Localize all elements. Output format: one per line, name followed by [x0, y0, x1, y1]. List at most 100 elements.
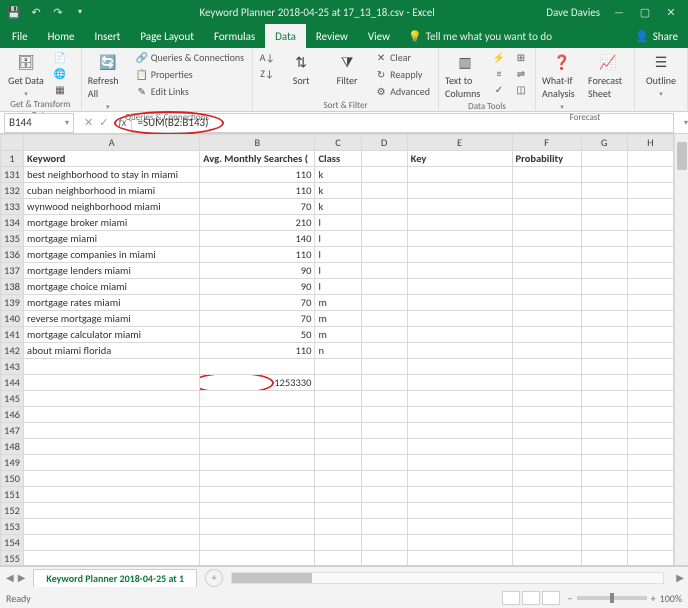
cell[interactable] — [24, 407, 200, 423]
user-name[interactable]: Dave Davies — [546, 6, 600, 19]
cell[interactable] — [512, 439, 581, 455]
select-all-cell[interactable] — [1, 135, 24, 151]
cell[interactable] — [24, 391, 200, 407]
outline-button[interactable]: ☰Outline▾ — [641, 50, 681, 98]
what-if-button[interactable]: ❓What-If Analysis▾ — [542, 50, 582, 111]
cell[interactable] — [200, 391, 315, 407]
cell[interactable] — [512, 391, 581, 407]
cell[interactable] — [200, 487, 315, 503]
cell[interactable] — [512, 519, 581, 535]
maximize-icon[interactable]: ▢ — [634, 6, 656, 19]
cell[interactable] — [512, 167, 581, 183]
cell-keyword[interactable]: mortgage lenders miami — [24, 263, 200, 279]
cell[interactable] — [24, 359, 200, 375]
cell[interactable] — [315, 423, 361, 439]
cell[interactable] — [512, 407, 581, 423]
cell[interactable] — [361, 423, 407, 439]
cell[interactable] — [627, 327, 673, 343]
cancel-formula-icon[interactable]: ✕ — [84, 116, 93, 129]
cell[interactable] — [627, 199, 673, 215]
cell[interactable] — [627, 167, 673, 183]
cell[interactable] — [24, 519, 200, 535]
row-header[interactable]: 132 — [1, 183, 24, 199]
cell[interactable] — [581, 455, 627, 471]
cell[interactable] — [407, 231, 512, 247]
cell[interactable] — [361, 343, 407, 359]
col-header-G[interactable]: G — [581, 135, 627, 151]
cell[interactable] — [24, 471, 200, 487]
cell[interactable] — [627, 151, 673, 167]
row-header[interactable]: 138 — [1, 279, 24, 295]
cell[interactable] — [512, 215, 581, 231]
cell[interactable] — [361, 551, 407, 566]
cell[interactable] — [512, 295, 581, 311]
cell-searches[interactable]: 70 — [200, 295, 315, 311]
formula-expand-icon[interactable]: ▾ — [680, 118, 688, 128]
cell[interactable] — [407, 167, 512, 183]
cell[interactable] — [627, 295, 673, 311]
from-web-button[interactable]: 🌐 — [52, 66, 68, 80]
cell[interactable] — [407, 263, 512, 279]
cell-keyword[interactable]: about miami florida — [24, 343, 200, 359]
cell[interactable] — [315, 503, 361, 519]
cell[interactable] — [407, 247, 512, 263]
cell[interactable] — [512, 311, 581, 327]
cell[interactable] — [315, 551, 361, 566]
cell[interactable] — [407, 343, 512, 359]
from-text-button[interactable]: 📄 — [52, 50, 68, 64]
cell[interactable] — [407, 471, 512, 487]
row-header[interactable]: 146 — [1, 407, 24, 423]
cell[interactable] — [581, 503, 627, 519]
close-icon[interactable]: ✕ — [660, 6, 682, 19]
cell-keyword[interactable]: reverse mortgage miami — [24, 311, 200, 327]
enter-formula-icon[interactable]: ✓ — [99, 116, 108, 129]
filter-button[interactable]: ⧩Filter — [327, 50, 367, 87]
cell[interactable] — [512, 343, 581, 359]
cell[interactable] — [627, 503, 673, 519]
properties-button[interactable]: 📋Properties — [134, 67, 246, 82]
cell[interactable] — [407, 183, 512, 199]
cell-searches[interactable]: 70 — [200, 199, 315, 215]
cell-searches[interactable]: 110 — [200, 247, 315, 263]
cell[interactable] — [361, 391, 407, 407]
row-header[interactable]: 150 — [1, 471, 24, 487]
cell[interactable] — [512, 183, 581, 199]
hscroll-right-icon[interactable]: ▶ — [672, 571, 688, 584]
header-key[interactable]: Key — [407, 151, 512, 167]
fx-icon[interactable]: fx — [114, 116, 130, 129]
cell[interactable] — [315, 359, 361, 375]
view-page-break-button[interactable] — [542, 591, 560, 605]
cell[interactable] — [24, 535, 200, 551]
cell[interactable] — [361, 295, 407, 311]
header-searches[interactable]: Avg. Monthly Searches ( — [200, 151, 315, 167]
cell[interactable] — [361, 487, 407, 503]
cell[interactable] — [627, 423, 673, 439]
row-header[interactable]: 136 — [1, 247, 24, 263]
cell[interactable] — [512, 199, 581, 215]
tab-page-layout[interactable]: Page Layout — [130, 24, 204, 48]
cell[interactable] — [200, 423, 315, 439]
row-header[interactable]: 147 — [1, 423, 24, 439]
tab-review[interactable]: Review — [306, 24, 358, 48]
row-header[interactable]: 139 — [1, 295, 24, 311]
cell[interactable] — [581, 407, 627, 423]
cell[interactable] — [407, 551, 512, 566]
row-header[interactable]: 155 — [1, 551, 24, 566]
remove-duplicates-button[interactable]: ≡ — [491, 66, 507, 80]
edit-links-button[interactable]: ✎Edit Links — [134, 84, 246, 99]
row-header[interactable]: 151 — [1, 487, 24, 503]
flash-fill-button[interactable]: ⚡ — [491, 50, 507, 64]
cell[interactable] — [361, 407, 407, 423]
row-header[interactable]: 144 — [1, 375, 24, 391]
refresh-all-button[interactable]: 🔄Refresh All▾ — [88, 50, 128, 111]
cell[interactable] — [627, 455, 673, 471]
cell[interactable] — [407, 423, 512, 439]
cell[interactable] — [512, 471, 581, 487]
cell[interactable] — [627, 551, 673, 566]
cell-class[interactable]: k — [315, 199, 361, 215]
cell-keyword[interactable]: mortgage miami — [24, 231, 200, 247]
cell[interactable] — [24, 375, 200, 391]
cell[interactable] — [627, 487, 673, 503]
row-header[interactable]: 137 — [1, 263, 24, 279]
cell-class[interactable]: n — [315, 343, 361, 359]
